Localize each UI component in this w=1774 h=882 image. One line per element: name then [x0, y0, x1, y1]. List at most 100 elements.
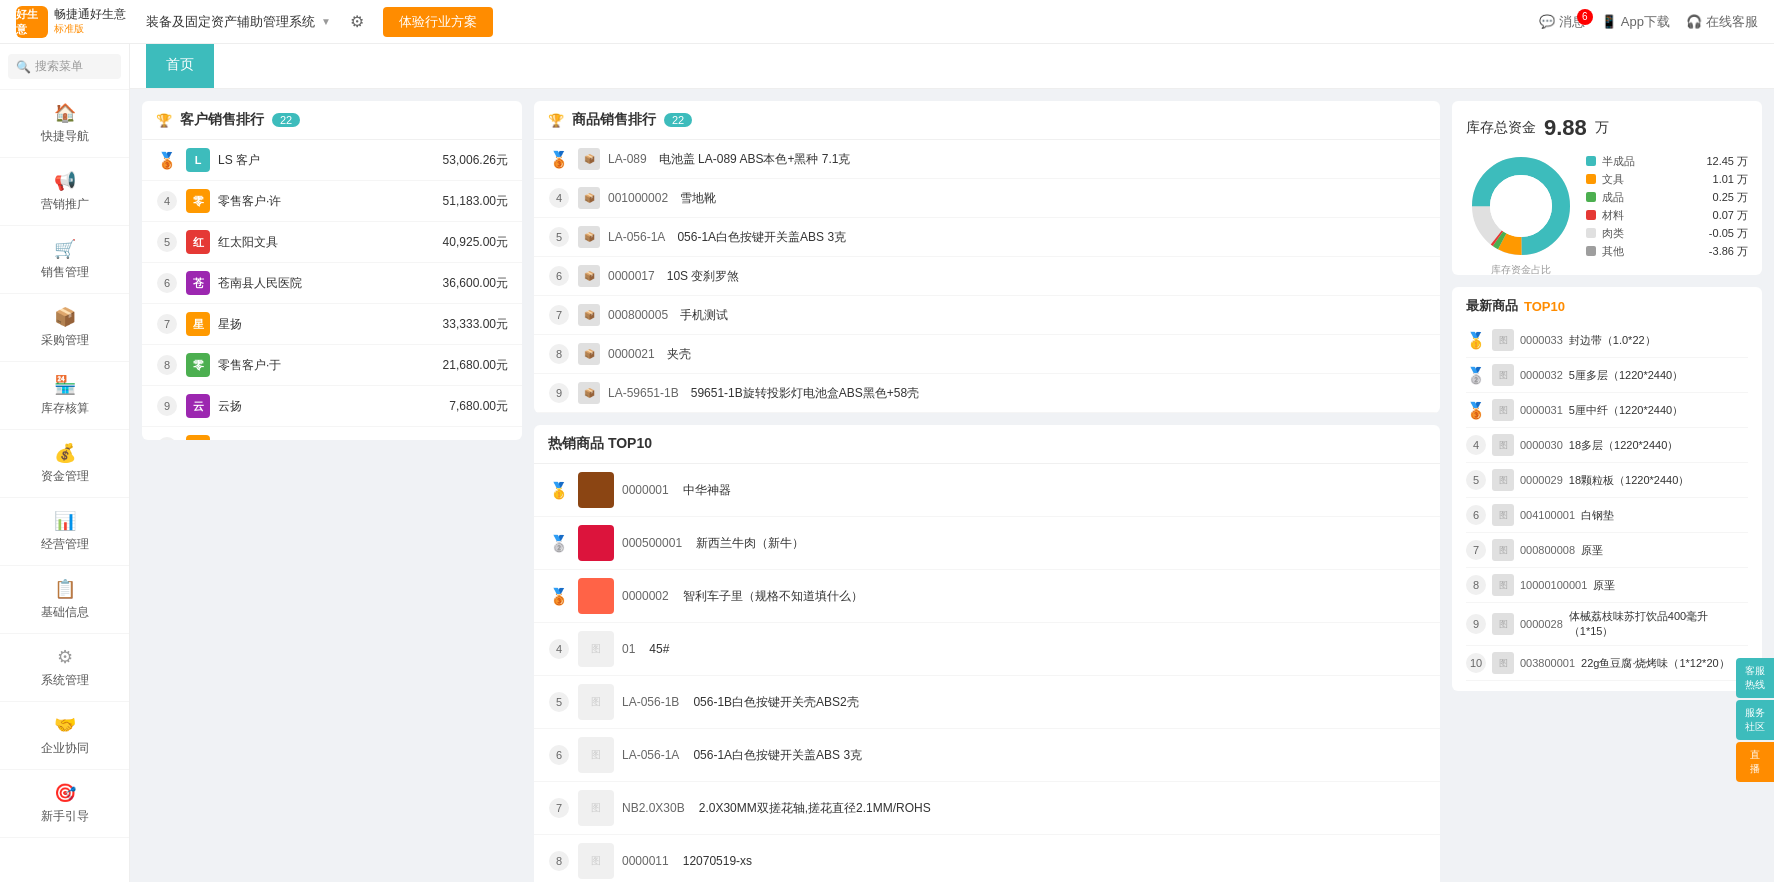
new-product-item[interactable]: 6 图 004100001 白钢垫 [1466, 498, 1748, 533]
new-product-item[interactable]: 9 图 0000028 体械荔枝味苏打饮品400毫升（1*15） [1466, 603, 1748, 646]
hot-product-item[interactable]: 🥉 0000002 智利车子里（规格不知道填什么） [534, 570, 1440, 623]
sidebar-item-collab[interactable]: 🤝 企业协同 [0, 702, 129, 770]
inventory-title: 库存总资金 [1466, 119, 1536, 137]
customer-rank-item[interactable]: 6 苍 苍南县人民医院 36,600.00元 [142, 263, 522, 304]
message-button[interactable]: 💬 消息 6 [1539, 13, 1585, 31]
tab-home[interactable]: 首页 [146, 44, 214, 88]
new-product-name: 体械荔枝味苏打饮品400毫升（1*15） [1569, 609, 1748, 639]
new-product-code: 0000030 [1520, 439, 1563, 451]
search-menu[interactable]: 🔍 搜索菜单 [0, 44, 129, 90]
hot-product-item[interactable]: 5 图 LA-056-1B 056-1B白色按键开关壳ABS2壳 [534, 676, 1440, 729]
new-product-item[interactable]: 🥈 图 0000032 5厘多层（1220*2440） [1466, 358, 1748, 393]
legend-dot [1586, 228, 1596, 238]
sidebar-item-marketing[interactable]: 📢 营销推广 [0, 158, 129, 226]
new-product-thumb: 图 [1492, 539, 1514, 561]
donut-label: 库存资金占比 [1491, 263, 1551, 277]
customer-rank-badge: 22 [272, 113, 300, 127]
new-product-thumb: 图 [1492, 329, 1514, 351]
store-icon: 🏪 [54, 374, 76, 396]
sidebar-item-system[interactable]: ⚙ 系统管理 [0, 634, 129, 702]
sidebar-label-sales: 销售管理 [41, 264, 89, 281]
sidebar-item-purchase[interactable]: 📦 采购管理 [0, 294, 129, 362]
sidebar-item-operation[interactable]: 📊 经营管理 [0, 498, 129, 566]
product-thumb: 📦 [578, 265, 600, 287]
legend-name: 材料 [1602, 208, 1707, 223]
top-product-item[interactable]: 9 📦 LA-59651-1B 59651-1B旋转投影灯电池盒ABS黑色+58… [534, 374, 1440, 413]
legend-value: -0.05 万 [1709, 226, 1748, 241]
chart-icon: 📊 [54, 510, 76, 532]
trial-button[interactable]: 体验行业方案 [383, 7, 493, 37]
new-product-item[interactable]: 7 图 000800008 原垩 [1466, 533, 1748, 568]
customer-rank-item[interactable]: 7 星 星扬 33,333.00元 [142, 304, 522, 345]
logo-text: 畅捷通好生意 [54, 7, 126, 23]
new-product-thumb: 图 [1492, 399, 1514, 421]
legend-item: 其他 -3.86 万 [1586, 244, 1748, 259]
new-product-name: 18多层（1220*2440） [1569, 438, 1678, 453]
new-product-item[interactable]: 🥉 图 0000031 5厘中纤（1220*2440） [1466, 393, 1748, 428]
top-product-item[interactable]: 7 📦 000800005 手机测试 [534, 296, 1440, 335]
hot-products-title: 热销商品 TOP10 [548, 435, 652, 451]
top-product-item[interactable]: 🥉 📦 LA-089 电池盖 LA-089 ABS本色+黑种 7.1克 [534, 140, 1440, 179]
sidebar-item-basic[interactable]: 📋 基础信息 [0, 566, 129, 634]
top-products-badge: 22 [664, 113, 692, 127]
system-selector[interactable]: 装备及固定资产辅助管理系统 ▼ [146, 13, 331, 31]
service-community-button[interactable]: 服务社区 [1736, 700, 1774, 740]
hot-product-item[interactable]: 6 图 LA-056-1A 056-1A白色按键开关盖ABS 3克 [534, 729, 1440, 782]
new-product-item[interactable]: 5 图 0000029 18颗粒板（1220*2440） [1466, 463, 1748, 498]
top-product-item[interactable]: 8 📦 0000021 夹壳 [534, 335, 1440, 374]
new-product-name: 18颗粒板（1220*2440） [1569, 473, 1689, 488]
cs-label: 在线客服 [1706, 13, 1758, 31]
settings-button[interactable]: ⚙ [343, 8, 371, 36]
search-icon: 🔍 [16, 60, 31, 74]
customer-rank-item[interactable]: 5 红 红太阳文具 40,925.00元 [142, 222, 522, 263]
hot-product-item[interactable]: 7 图 NB2.0X30B 2.0X30MM双搓花轴,搓花直径2.1MM/ROH… [534, 782, 1440, 835]
right-panel: 库存总资金 9.88 万 [1452, 101, 1762, 882]
hot-product-item[interactable]: 🥈 000500001 新西兰牛肉（新牛） [534, 517, 1440, 570]
float-customer-service: 客服热线 服务社区 直播 [1736, 658, 1774, 782]
customer-rank-item[interactable]: 8 零 零售客户·于 21,680.00元 [142, 345, 522, 386]
app-download-button[interactable]: 📱 App下载 [1601, 13, 1670, 31]
online-cs-button[interactable]: 🎧 在线客服 [1686, 13, 1758, 31]
sidebar-label-purchase: 采购管理 [41, 332, 89, 349]
new-product-name: 原垩 [1581, 543, 1603, 558]
sidebar-item-nav[interactable]: 🏠 快捷导航 [0, 90, 129, 158]
product-thumb: 📦 [578, 343, 600, 365]
live-button[interactable]: 直播 [1736, 742, 1774, 782]
donut-chart: 库存资金占比 [1466, 151, 1576, 261]
top-product-item[interactable]: 5 📦 LA-056-1A 056-1A白色按键开关盖ABS 3克 [534, 218, 1440, 257]
page-body: 🏆 客户销售排行 22 🥉 L LS 客户 53,006.26元 4 零 零售客… [130, 89, 1774, 882]
sidebar-item-guide[interactable]: 🎯 新手引导 [0, 770, 129, 838]
new-product-item[interactable]: 10 图 003800001 22g鱼豆腐·烧烤味（1*12*20） [1466, 646, 1748, 681]
legend-value: 1.01 万 [1713, 172, 1748, 187]
sidebar-item-finance[interactable]: 💰 资金管理 [0, 430, 129, 498]
new-product-item[interactable]: 4 图 0000030 18多层（1220*2440） [1466, 428, 1748, 463]
legend-value: 0.07 万 [1713, 208, 1748, 223]
new-product-item[interactable]: 🥇 图 0000033 封边带（1.0*22） [1466, 323, 1748, 358]
new-product-code: 004100001 [1520, 509, 1575, 521]
legend-name: 文具 [1602, 172, 1707, 187]
sidebar-item-sales[interactable]: 🛒 销售管理 [0, 226, 129, 294]
hot-product-item[interactable]: 8 图 0000011 12070519-xs [534, 835, 1440, 882]
hot-product-item[interactable]: 🥇 0000001 中华神器 [534, 464, 1440, 517]
top-products-title: 商品销售排行 [572, 111, 656, 129]
money-icon: 💰 [54, 442, 76, 464]
sidebar-item-inventory[interactable]: 🏪 库存核算 [0, 362, 129, 430]
new-product-code: 10000100001 [1520, 579, 1587, 591]
new-product-item[interactable]: 8 图 10000100001 原垩 [1466, 568, 1748, 603]
legend-item: 文具 1.01 万 [1586, 172, 1748, 187]
customer-rank-item[interactable]: 10 肖 肖总 7,563.00元 [142, 427, 522, 440]
cs-hotline-button[interactable]: 客服热线 [1736, 658, 1774, 698]
top-product-item[interactable]: 6 📦 0000017 10S 变刹罗煞 [534, 257, 1440, 296]
legend-dot [1586, 156, 1596, 166]
hot-product-item[interactable]: 4 图 01 45# [534, 623, 1440, 676]
customer-rank-item[interactable]: 4 零 零售客户·许 51,183.00元 [142, 181, 522, 222]
sidebar-label-system: 系统管理 [41, 672, 89, 689]
trophy-icon: 🏆 [156, 113, 172, 128]
legend-value: 12.45 万 [1706, 154, 1748, 169]
customer-rank-list: 🥉 L LS 客户 53,006.26元 4 零 零售客户·许 51,183.0… [142, 140, 522, 440]
customer-rank-item[interactable]: 🥉 L LS 客户 53,006.26元 [142, 140, 522, 181]
main-content: 首页 🏆 客户销售排行 22 🥉 L LS 客户 53,006.26元 4 [130, 44, 1774, 882]
home-icon: 🏠 [54, 102, 76, 124]
customer-rank-item[interactable]: 9 云 云扬 7,680.00元 [142, 386, 522, 427]
top-product-item[interactable]: 4 📦 001000002 雪地靴 [534, 179, 1440, 218]
